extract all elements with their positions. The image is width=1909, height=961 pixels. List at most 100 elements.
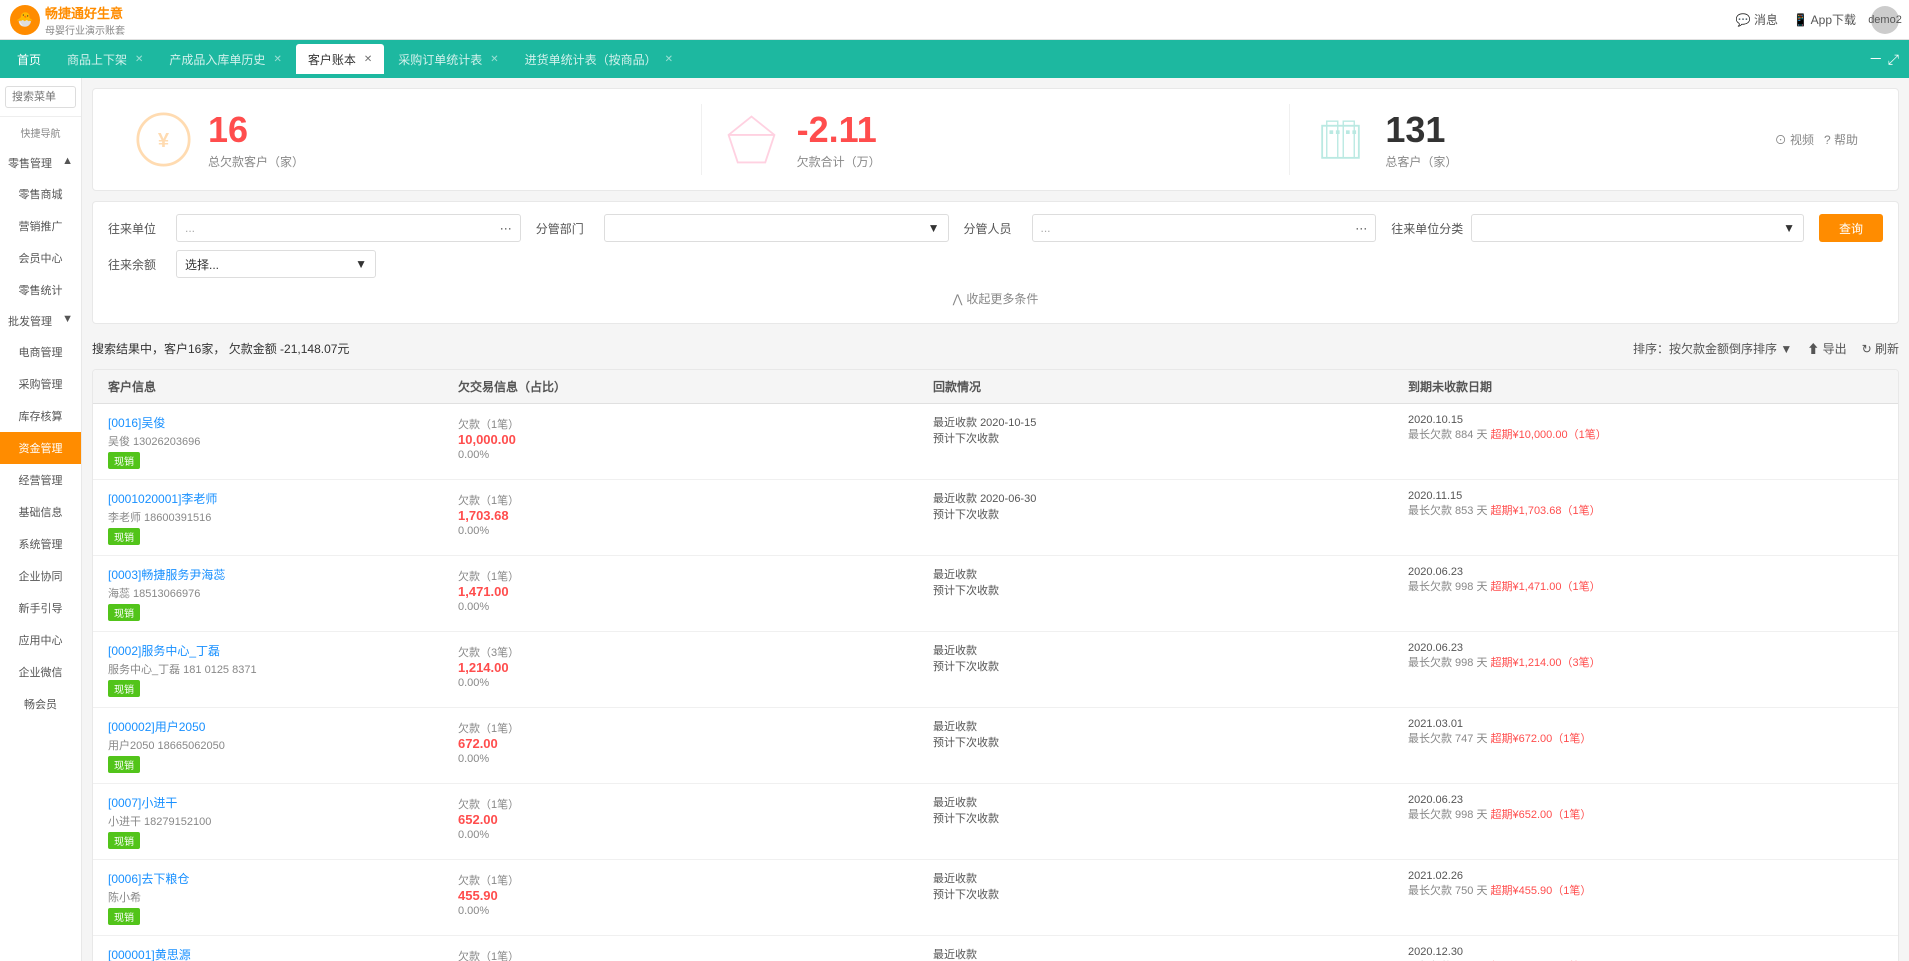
stat-info-total-customers: 131 总客户（家） — [1385, 109, 1457, 170]
tab-maximize-btn[interactable]: ⤢ — [1888, 49, 1899, 69]
overdue-link-3[interactable]: 超期¥1,214.00（3笔） — [1491, 657, 1601, 669]
customer-name-1[interactable]: [0001020001]李老师 — [108, 490, 458, 507]
customer-name-3[interactable]: [0002]服务中心_丁磊 — [108, 642, 458, 659]
stat-debt-customers-label: 总欠款客户（家） — [208, 153, 304, 170]
tab-customer-account-close[interactable]: ✕ — [364, 54, 372, 65]
app-download-btn[interactable]: 📱 App下载 — [1793, 11, 1856, 28]
debt-amount-3[interactable]: 1,214.00 — [458, 660, 933, 675]
overdue-link-0[interactable]: 超期¥10,000.00（1笔） — [1491, 429, 1607, 441]
customer-name-5[interactable]: [0007]小进干 — [108, 794, 458, 811]
customer-name-7[interactable]: [000001]黄思源 — [108, 946, 458, 961]
refresh-btn[interactable]: ↻ 刷新 — [1862, 340, 1899, 357]
header-right: 💬 消息 📱 App下载 demo2 — [1736, 6, 1899, 34]
search-button[interactable]: 查询 — [1819, 214, 1883, 242]
sidebar-item-inventory[interactable]: 库存核算 — [0, 400, 81, 432]
filter-person-input[interactable]: ... ··· — [1032, 214, 1377, 242]
stat-debt-amount-label: 欠款合计（万） — [797, 153, 881, 170]
filter-unit-category-select[interactable]: ▼ — [1471, 214, 1804, 242]
filter-unit-category: 往来单位分类 ▼ — [1391, 214, 1804, 242]
overdue-link-6[interactable]: 超期¥455.90（1笔） — [1491, 885, 1592, 897]
debt-amount-0[interactable]: 10,000.00 — [458, 432, 933, 447]
tab-product-shelf[interactable]: 商品上下架 ✕ — [55, 44, 155, 74]
sidebar-item-operation[interactable]: 经营管理 — [0, 464, 81, 496]
filter-balance-select[interactable]: 选择... ▼ — [176, 250, 376, 278]
customer-name-6[interactable]: [0006]去下粮仓 — [108, 870, 458, 887]
results-text: 搜索结果中，客户16家， 欠款金额 -21,148.07元 — [92, 340, 349, 357]
customer-sub-0: 吴俊 13026203696 — [108, 433, 458, 449]
message-btn[interactable]: 💬 消息 — [1736, 11, 1778, 28]
search-input[interactable] — [5, 86, 76, 108]
sidebar-item-capital[interactable]: 资金管理 — [0, 432, 81, 464]
results-summary: 搜索结果中，客户16家， 欠款金额 -21,148.07元 排序：按欠款金额倒序… — [92, 334, 1899, 363]
sidebar-item-basic-info[interactable]: 基础信息 — [0, 496, 81, 528]
customer-name-4[interactable]: [000002]用户2050 — [108, 718, 458, 735]
table-row: [000001]黄思源 黄思源 13552700226 现销 欠款（1笔） 42… — [93, 936, 1898, 961]
sidebar-item-zero-sale[interactable]: 零售管理▲ — [0, 148, 81, 178]
stat-icon-diamond — [722, 110, 782, 170]
due-date-cell-5: 2020.06.23 最长欠款 998 天 超期¥652.00（1笔） — [1408, 794, 1883, 849]
tab-home[interactable]: 首页 — [5, 44, 53, 74]
sidebar-item-zero-stats[interactable]: 零售统计 — [0, 274, 81, 306]
sidebar-item-enterprise[interactable]: 企业协同 — [0, 560, 81, 592]
stat-debt-customers: ¥ 16 总欠款客户（家） — [113, 104, 702, 175]
customer-name-2[interactable]: [0003]畅捷服务尹海蕊 — [108, 566, 458, 583]
filter-dept-select[interactable]: ▼ — [604, 214, 949, 242]
tab-purchase-order-close[interactable]: ✕ — [490, 54, 498, 65]
view-btn[interactable]: ⊙ 视频 — [1775, 131, 1814, 148]
repayment-cell-7: 最近收款 预计下次收款 — [933, 946, 1408, 961]
filter-from-unit-input[interactable]: ... ··· — [176, 214, 521, 242]
customer-name-0[interactable]: [0016]吴俊 — [108, 414, 458, 431]
content-area: ¥ 16 总欠款客户（家） — [82, 78, 1909, 961]
sidebar-item-vip-member[interactable]: 畅会员 — [0, 688, 81, 720]
debt-amount-1[interactable]: 1,703.68 — [458, 508, 933, 523]
filter-unit-category-label: 往来单位分类 — [1391, 220, 1463, 237]
debt-amount-6[interactable]: 455.90 — [458, 888, 933, 903]
main-body: 快捷导航 零售管理▲ 零售商城 营销推广 会员中心 零售统计 批发管理▼ 电商管… — [0, 78, 1909, 961]
help-btn[interactable]: ? 帮助 — [1824, 131, 1858, 148]
tab-minimize-btn[interactable]: － — [1869, 49, 1883, 69]
overdue-link-4[interactable]: 超期¥672.00（1笔） — [1491, 733, 1592, 745]
sidebar-item-batch-mgmt[interactable]: 批发管理▼ — [0, 306, 81, 336]
header-repayment: 回款情况 — [933, 378, 1408, 395]
overdue-link-1[interactable]: 超期¥1,703.68（1笔） — [1491, 505, 1601, 517]
tab-customer-account[interactable]: 客户账本 ✕ — [296, 44, 384, 74]
due-date-cell-4: 2021.03.01 最长欠款 747 天 超期¥672.00（1笔） — [1408, 718, 1883, 773]
sidebar-item-purchase[interactable]: 采购管理 — [0, 368, 81, 400]
sidebar-item-zero-mall[interactable]: 零售商城 — [0, 178, 81, 210]
debt-amount-2[interactable]: 1,471.00 — [458, 584, 933, 599]
tab-purchase-order[interactable]: 采购订单统计表 ✕ — [386, 44, 510, 74]
sidebar-item-app-center[interactable]: 应用中心 — [0, 624, 81, 656]
avatar[interactable]: demo2 — [1871, 6, 1899, 34]
customer-sub-2: 海蕊 18513066976 — [108, 585, 458, 601]
debt-amount-5[interactable]: 652.00 — [458, 812, 933, 827]
debt-amount-4[interactable]: 672.00 — [458, 736, 933, 751]
app-wrapper: 🐣 畅捷通好生意 母婴行业演示账套 💬 消息 📱 App下载 demo2 首页 … — [0, 0, 1909, 961]
sidebar-item-system[interactable]: 系统管理 — [0, 528, 81, 560]
customer-cell-7: [000001]黄思源 黄思源 13552700226 现销 — [108, 946, 458, 961]
header-bar: 🐣 畅捷通好生意 母婴行业演示账套 💬 消息 📱 App下载 demo2 — [0, 0, 1909, 40]
tab-purchase-stats-close[interactable]: ✕ — [665, 54, 673, 65]
stat-icon-yuan: ¥ — [133, 110, 193, 170]
due-date-cell-2: 2020.06.23 最长欠款 998 天 超期¥1,471.00（1笔） — [1408, 566, 1883, 621]
tab-purchase-stats[interactable]: 进货单统计表（按商品） ✕ — [513, 44, 685, 74]
customer-badge-1: 现销 — [108, 528, 140, 545]
overdue-link-5[interactable]: 超期¥652.00（1笔） — [1491, 809, 1592, 821]
sort-label[interactable]: 排序：按欠款金额倒序排序 ▼ — [1633, 340, 1792, 357]
sidebar-item-newbie[interactable]: 新手引导 — [0, 592, 81, 624]
overdue-link-2[interactable]: 超期¥1,471.00（1笔） — [1491, 581, 1601, 593]
collapse-filter-btn[interactable]: ⋀ 收起更多条件 — [108, 286, 1883, 311]
header-due-date: 到期未收款日期 — [1408, 378, 1883, 395]
customer-cell-1: [0001020001]李老师 李老师 18600391516 现销 — [108, 490, 458, 545]
table-row: [0016]吴俊 吴俊 13026203696 现销 欠款（1笔） 10,000… — [93, 404, 1898, 480]
tab-product-shelf-close[interactable]: ✕ — [135, 54, 143, 65]
table-header: 客户信息 欠交易信息（占比） 回款情况 到期未收款日期 — [93, 370, 1898, 404]
sidebar-item-ecommerce[interactable]: 电商管理 — [0, 336, 81, 368]
sidebar-item-enterprise-wechat[interactable]: 企业微信 — [0, 656, 81, 688]
tab-product-history-close[interactable]: ✕ — [273, 54, 281, 65]
tab-product-history[interactable]: 产成品入库单历史 ✕ — [157, 44, 293, 74]
sidebar-item-member[interactable]: 会员中心 — [0, 242, 81, 274]
sidebar-item-marketing[interactable]: 营销推广 — [0, 210, 81, 242]
sidebar-item-quick-nav: 快捷导航 — [0, 117, 81, 148]
customer-badge-3: 现销 — [108, 680, 140, 697]
export-btn[interactable]: ⬆ 导出 — [1807, 340, 1846, 357]
